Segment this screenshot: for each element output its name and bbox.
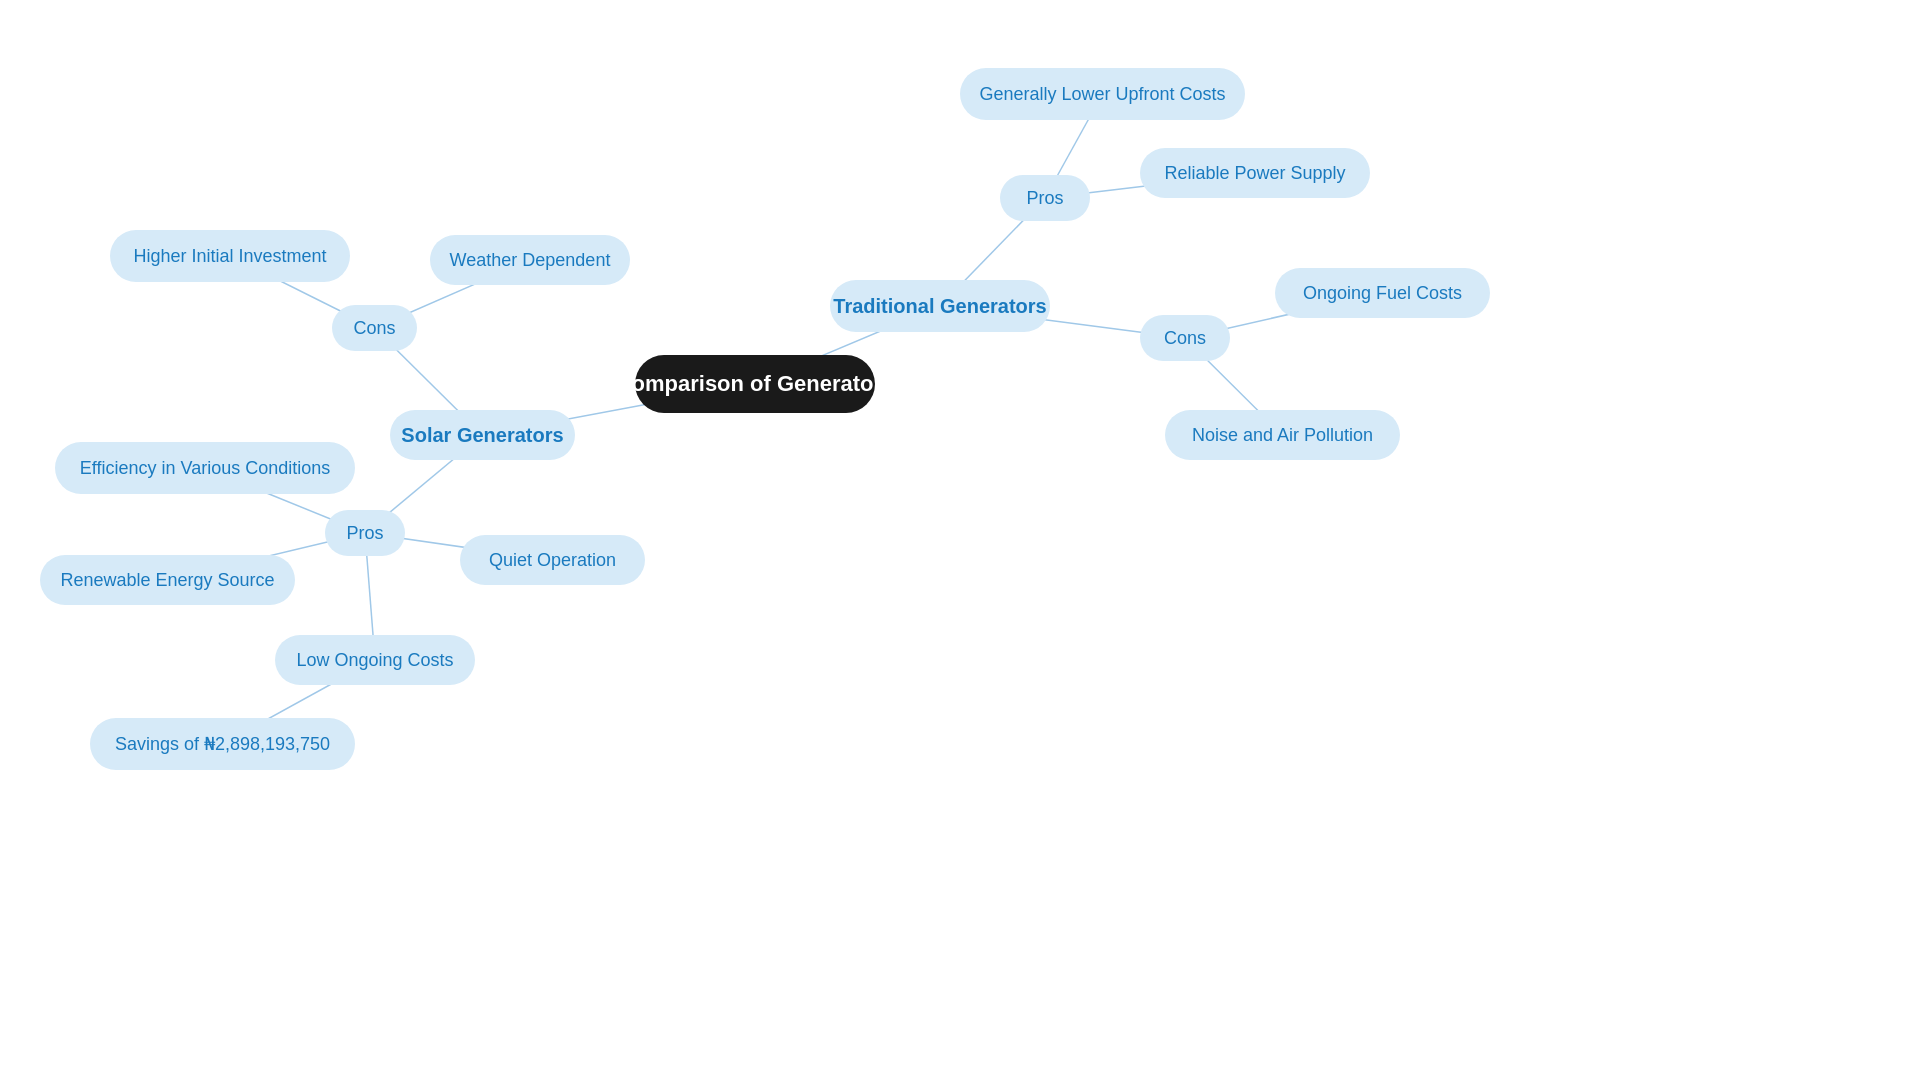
weather-dependent-node: Weather Dependent <box>430 235 630 285</box>
traditional-cons-node: Cons <box>1140 315 1230 361</box>
low-ongoing-costs-node: Low Ongoing Costs <box>275 635 475 685</box>
higher-initial-investment-node: Higher Initial Investment <box>110 230 350 282</box>
mindmap-lines <box>0 0 1920 1083</box>
savings-node: Savings of ₦2,898,193,750 <box>90 718 355 770</box>
quiet-operation-node: Quiet Operation <box>460 535 645 585</box>
renewable-energy-source-node: Renewable Energy Source <box>40 555 295 605</box>
solar-pros-node: Pros <box>325 510 405 556</box>
solar-generators-node: Solar Generators <box>390 410 575 460</box>
traditional-generators-node: Traditional Generators <box>830 280 1050 332</box>
mindmap-canvas: Comparison of Generators Traditional Gen… <box>0 0 1920 1083</box>
reliable-power-supply-node: Reliable Power Supply <box>1140 148 1370 198</box>
generally-lower-costs-node: Generally Lower Upfront Costs <box>960 68 1245 120</box>
center-node: Comparison of Generators <box>635 355 875 413</box>
ongoing-fuel-costs-node: Ongoing Fuel Costs <box>1275 268 1490 318</box>
efficiency-conditions-node: Efficiency in Various Conditions <box>55 442 355 494</box>
noise-air-pollution-node: Noise and Air Pollution <box>1165 410 1400 460</box>
solar-cons-node: Cons <box>332 305 417 351</box>
traditional-pros-node: Pros <box>1000 175 1090 221</box>
